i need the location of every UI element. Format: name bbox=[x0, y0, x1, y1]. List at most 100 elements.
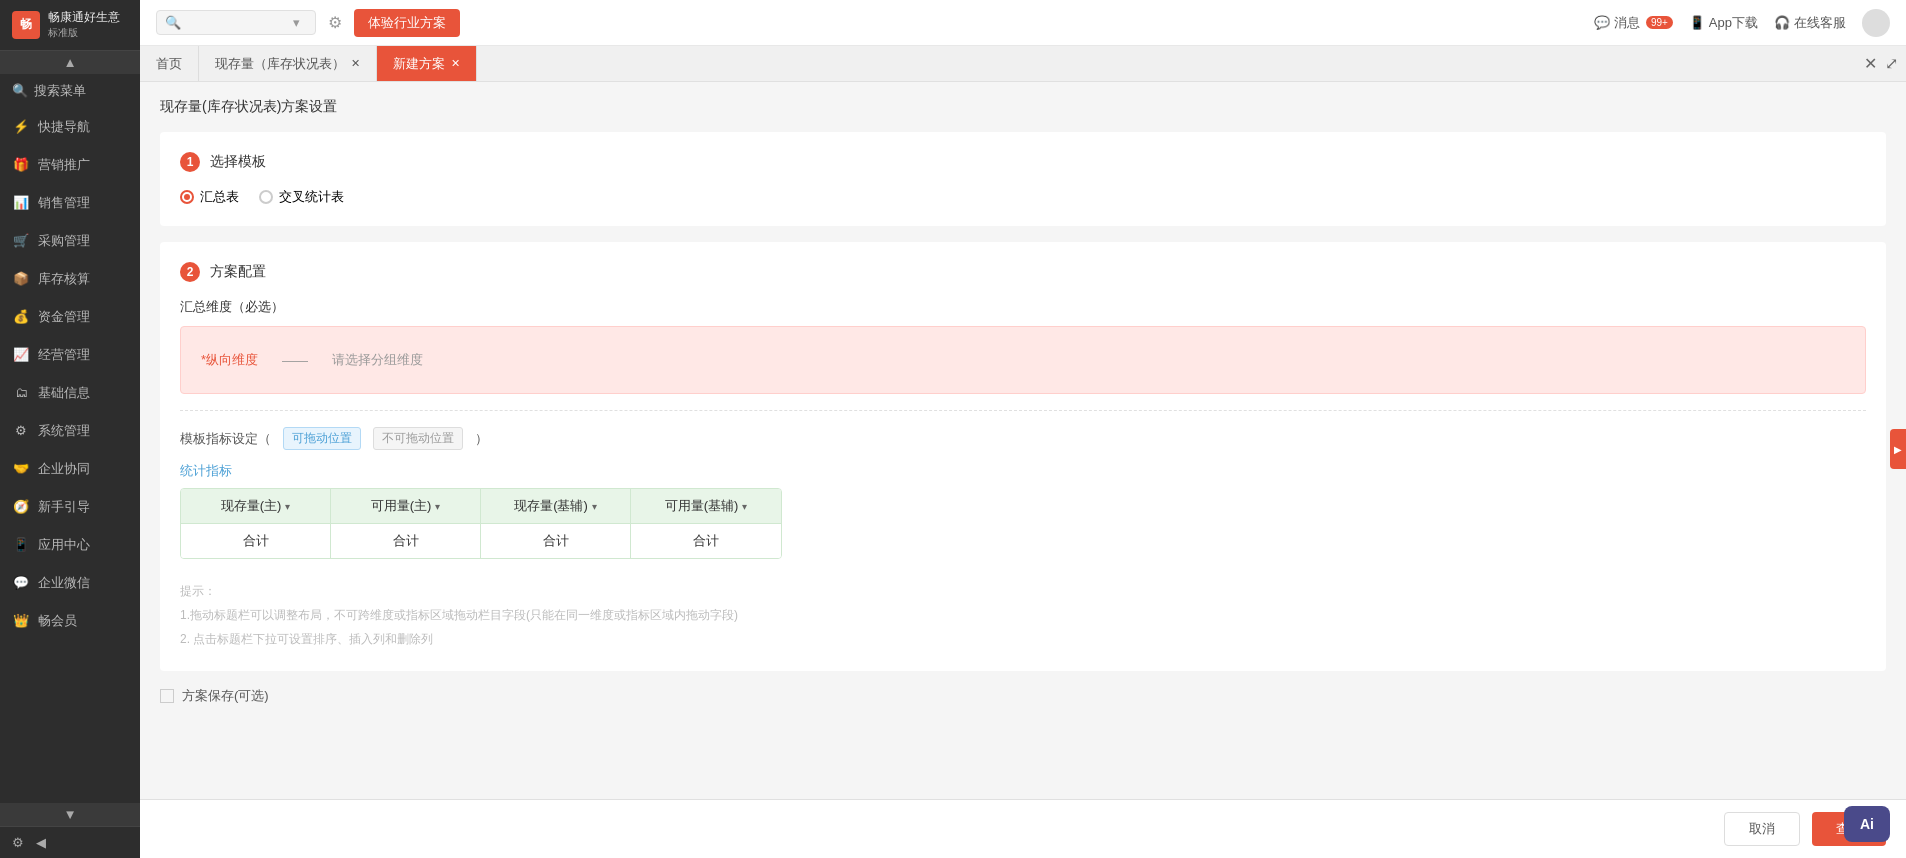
sidebar-item-member[interactable]: 👑 畅会员 bbox=[0, 602, 140, 640]
chevron-current-main[interactable]: ▾ bbox=[285, 501, 290, 512]
chevron-available-aux[interactable]: ▾ bbox=[742, 501, 747, 512]
main-area: 🔍 ▾ ⚙ 体验行业方案 💬 消息 99+ 📱 App下载 🎧 在线客服 bbox=[140, 0, 1906, 858]
search-icon: 🔍 bbox=[12, 83, 28, 98]
save-label: 方案保存(可选) bbox=[182, 687, 269, 705]
sidebar-item-guide[interactable]: 🧭 新手引导 bbox=[0, 488, 140, 526]
settings-icon[interactable]: ⚙ bbox=[12, 835, 24, 850]
col-available-aux[interactable]: 可用量(基辅) ▾ bbox=[631, 489, 781, 523]
sales-icon: 📊 bbox=[12, 194, 30, 212]
chevron-available-main[interactable]: ▾ bbox=[435, 501, 440, 512]
sidebar-item-purchase[interactable]: 🛒 采购管理 bbox=[0, 222, 140, 260]
finance-icon: 💰 bbox=[12, 308, 30, 326]
dimension-box[interactable]: *纵向维度 —— 请选择分组维度 bbox=[180, 326, 1866, 394]
headset-icon: 🎧 bbox=[1774, 15, 1790, 30]
col-available-main[interactable]: 可用量(主) ▾ bbox=[331, 489, 481, 523]
sidebar-item-sales[interactable]: 📊 销售管理 bbox=[0, 184, 140, 222]
step1-header: 1 选择模板 bbox=[180, 152, 1866, 172]
step2-header: 2 方案配置 bbox=[180, 262, 1866, 282]
avatar[interactable] bbox=[1862, 9, 1890, 37]
sidebar-item-apps[interactable]: 📱 应用中心 bbox=[0, 526, 140, 564]
chevron-down-icon[interactable]: ▾ bbox=[293, 15, 300, 30]
sidebar-footer: ⚙ ◀ bbox=[0, 826, 140, 858]
ai-bubble[interactable]: Ai bbox=[1844, 806, 1890, 842]
inventory-icon: 📦 bbox=[12, 270, 30, 288]
tab-controls: ✕ ⤢ bbox=[1856, 54, 1906, 73]
step1-card: 1 选择模板 汇总表 交叉统计表 bbox=[160, 132, 1886, 226]
draggable-badge: 可拖动位置 bbox=[283, 427, 361, 450]
dimension-required: *纵向维度 bbox=[201, 351, 258, 369]
tab-home[interactable]: 首页 bbox=[140, 46, 199, 81]
dimension-section: 汇总维度（必选） *纵向维度 —— 请选择分组维度 bbox=[180, 298, 1866, 394]
radio-cross[interactable]: 交叉统计表 bbox=[259, 188, 344, 206]
sidebar: 畅 畅康通好生意 标准版 ▲ 🔍 搜索菜单 ⚡ 快捷导航 🎁 营销推广 📊 销售… bbox=[0, 0, 140, 858]
save-checkbox[interactable] bbox=[160, 689, 174, 703]
sidebar-scroll-up[interactable]: ▲ bbox=[0, 51, 140, 74]
sidebar-item-system[interactable]: ⚙ 系统管理 bbox=[0, 412, 140, 450]
cell-current-aux: 合计 bbox=[481, 524, 631, 558]
close-inventory-tab[interactable]: ✕ bbox=[351, 57, 360, 70]
col-current-aux[interactable]: 现存量(基辅) ▾ bbox=[481, 489, 631, 523]
search-input[interactable] bbox=[185, 16, 285, 30]
footer-bar: 取消 查询 bbox=[140, 799, 1906, 858]
header-right: 💬 消息 99+ 📱 App下载 🎧 在线客服 bbox=[1594, 9, 1890, 37]
search-menu[interactable]: 🔍 搜索菜单 bbox=[0, 74, 140, 108]
message-icon: 💬 bbox=[1594, 15, 1610, 30]
content-area: 现存量(库存状况表)方案设置 1 选择模板 汇总表 交叉统计表 bbox=[140, 82, 1906, 799]
search-bar-icon: 🔍 bbox=[165, 15, 181, 30]
indicator-settings: 模板指标设定（ 可拖动位置 不可拖动位置 ） bbox=[180, 427, 1866, 450]
sidebar-item-basics[interactable]: 🗂 基础信息 bbox=[0, 374, 140, 412]
sidebar-item-marketing[interactable]: 🎁 营销推广 bbox=[0, 146, 140, 184]
apps-icon: 📱 bbox=[12, 536, 30, 554]
cell-available-aux: 合计 bbox=[631, 524, 781, 558]
expand-tab-button[interactable]: ⤢ bbox=[1885, 54, 1898, 73]
trial-btn[interactable]: 体验行业方案 bbox=[354, 9, 460, 37]
customer-service-item[interactable]: 🎧 在线客服 bbox=[1774, 14, 1846, 32]
sidebar-item-operations[interactable]: 📈 经营管理 bbox=[0, 336, 140, 374]
radio-summary-circle[interactable] bbox=[180, 190, 194, 204]
sidebar-scroll-down[interactable]: ▼ bbox=[0, 803, 140, 826]
close-new-scheme-tab[interactable]: ✕ bbox=[451, 57, 460, 70]
col-current-main[interactable]: 现存量(主) ▾ bbox=[181, 489, 331, 523]
app-download-item[interactable]: 📱 App下载 bbox=[1689, 14, 1758, 32]
radio-cross-circle[interactable] bbox=[259, 190, 273, 204]
indicator-suffix: ） bbox=[475, 430, 488, 448]
tab-new-scheme[interactable]: 新建方案 ✕ bbox=[377, 46, 477, 81]
cancel-button[interactable]: 取消 bbox=[1724, 812, 1800, 846]
messages-item[interactable]: 💬 消息 99+ bbox=[1594, 14, 1673, 32]
stats-table-body: 合计 合计 合计 合计 bbox=[181, 524, 781, 558]
radio-summary[interactable]: 汇总表 bbox=[180, 188, 239, 206]
app-logo: 畅 畅康通好生意 标准版 bbox=[0, 0, 140, 51]
dimension-separator: —— bbox=[282, 353, 308, 368]
quick-nav-icon: ⚡ bbox=[12, 118, 30, 136]
dimension-label: 汇总维度（必选） bbox=[180, 298, 1866, 316]
tips-title: 提示： bbox=[180, 584, 216, 598]
stats-section: 统计指标 现存量(主) ▾ 可用量(主) ▾ 现存量(基辅) bbox=[180, 462, 1866, 559]
download-icon: 📱 bbox=[1689, 15, 1705, 30]
radio-summary-dot bbox=[184, 194, 190, 200]
member-icon: 👑 bbox=[12, 612, 30, 630]
non-draggable-badge: 不可拖动位置 bbox=[373, 427, 463, 450]
logo-text: 畅康通好生意 标准版 bbox=[48, 10, 120, 40]
indicator-label: 模板指标设定（ bbox=[180, 430, 271, 448]
collapse-icon[interactable]: ◀ bbox=[36, 835, 46, 850]
step1-number: 1 bbox=[180, 152, 200, 172]
close-tab-button[interactable]: ✕ bbox=[1864, 54, 1877, 73]
tab-bar: 首页 现存量（库存状况表） ✕ 新建方案 ✕ ✕ ⤢ bbox=[140, 46, 1906, 82]
sidebar-item-quick-nav[interactable]: ⚡ 快捷导航 bbox=[0, 108, 140, 146]
chevron-current-aux[interactable]: ▾ bbox=[592, 501, 597, 512]
sidebar-item-finance[interactable]: 💰 资金管理 bbox=[0, 298, 140, 336]
tips-section: 提示： 1.拖动标题栏可以调整布局，不可跨维度或指标区域拖动栏目字段(只能在同一… bbox=[180, 579, 1866, 651]
stats-table-header: 现存量(主) ▾ 可用量(主) ▾ 现存量(基辅) ▾ 可用量(基辅) bbox=[181, 489, 781, 524]
gear-icon[interactable]: ⚙ bbox=[328, 13, 342, 32]
header-search-bar[interactable]: 🔍 ▾ bbox=[156, 10, 316, 35]
sidebar-item-wechat[interactable]: 💬 企业微信 bbox=[0, 564, 140, 602]
dimension-placeholder: 请选择分组维度 bbox=[332, 351, 423, 369]
right-panel-toggle[interactable]: ▶ bbox=[1890, 429, 1906, 469]
tip-item-2: 2. 点击标题栏下拉可设置排序、插入列和删除列 bbox=[180, 632, 433, 646]
sidebar-item-inventory[interactable]: 📦 库存核算 bbox=[0, 260, 140, 298]
cooperation-icon: 🤝 bbox=[12, 460, 30, 478]
tab-inventory-status[interactable]: 现存量（库存状况表） ✕ bbox=[199, 46, 377, 81]
guide-icon: 🧭 bbox=[12, 498, 30, 516]
sidebar-item-cooperation[interactable]: 🤝 企业协同 bbox=[0, 450, 140, 488]
divider1 bbox=[180, 410, 1866, 411]
